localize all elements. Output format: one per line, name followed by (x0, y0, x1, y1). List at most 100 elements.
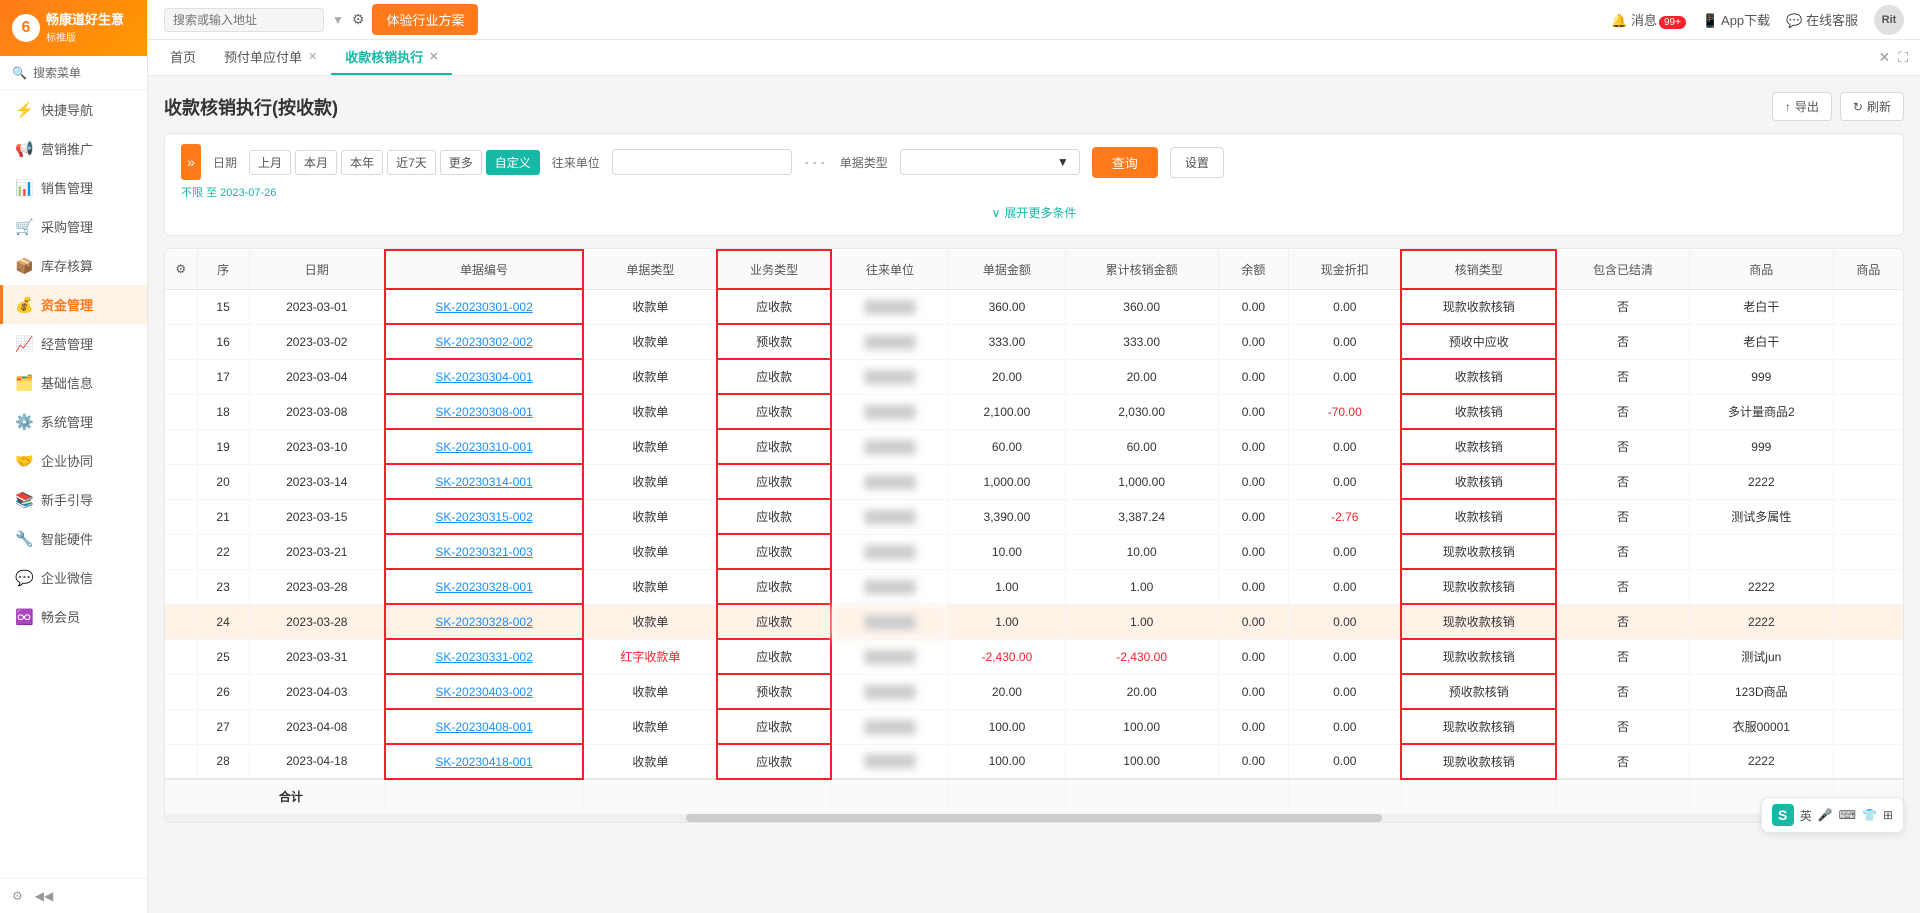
td-cell: ██████ (831, 709, 949, 744)
tab-home[interactable]: 首页 (156, 40, 210, 75)
tab-collection[interactable]: 收款核销执行 ✕ (331, 40, 452, 75)
td-cell: 否 (1556, 394, 1689, 429)
td-cell[interactable]: SK-20230301-002 (385, 289, 583, 324)
td-cell[interactable]: SK-20230314-001 (385, 464, 583, 499)
td-cell[interactable]: SK-20230308-001 (385, 394, 583, 429)
td-cell[interactable]: SK-20230310-001 (385, 429, 583, 464)
td-cell: 应收款 (717, 709, 831, 744)
td-cell (1833, 499, 1903, 534)
refresh-icon: ↻ (1853, 100, 1863, 114)
td-cell[interactable]: SK-20230302-002 (385, 324, 583, 359)
td-cell: ██████ (831, 744, 949, 779)
td-cell (1833, 394, 1903, 429)
date-btn-last-month[interactable]: 上月 (249, 150, 291, 175)
th-settings[interactable]: ⚙ (165, 250, 197, 289)
date-btn-7days[interactable]: 近7天 (387, 150, 436, 175)
float-widget-shirt-icon[interactable]: 👕 (1862, 808, 1877, 822)
query-button[interactable]: 查询 (1092, 147, 1158, 178)
address-input[interactable] (164, 8, 324, 32)
sidebar-item-guide[interactable]: 📚 新手引导 (0, 480, 147, 519)
sidebar-item-inventory[interactable]: 📦 库存核算 (0, 246, 147, 285)
tab-expand-icon[interactable]: ⛶ (1898, 49, 1908, 66)
td-cell: 1,000.00 (1065, 464, 1218, 499)
td-cell[interactable]: SK-20230328-002 (385, 604, 583, 639)
top-header: ▼ ⚙ 体验行业方案 🔔 消息99+ 📱 App下载 💬 在线客服 Rit (148, 0, 1920, 40)
dropdown-icon[interactable]: ▼ (332, 13, 344, 27)
td-cell: 20.00 (1065, 359, 1218, 394)
td-cell[interactable]: SK-20230315-002 (385, 499, 583, 534)
bill-type-select[interactable]: ▼ (900, 149, 1080, 175)
td-seq: 19 (197, 429, 249, 464)
td-cell: 收款单 (583, 709, 717, 744)
float-widget-mic-icon[interactable]: 🎤 (1818, 808, 1833, 822)
td-cell[interactable]: SK-20230331-002 (385, 639, 583, 674)
footer-cash-discount (1289, 779, 1402, 814)
td-cell: 100.00 (949, 744, 1065, 779)
date-btn-custom[interactable]: 自定义 (486, 150, 540, 175)
online-service-link[interactable]: 💬 在线客服 (1786, 10, 1858, 29)
td-cell[interactable]: SK-20230304-001 (385, 359, 583, 394)
sidebar-item-system[interactable]: ⚙️ 系统管理 (0, 402, 147, 441)
td-cell: 2222 (1689, 604, 1833, 639)
th-product: 商品 (1689, 250, 1833, 289)
td-settings (165, 709, 197, 744)
sidebar-item-marketing[interactable]: 📢 营销推广 (0, 129, 147, 168)
sidebar-item-basic-info[interactable]: 🗂️ 基础信息 (0, 363, 147, 402)
sidebar-item-collab[interactable]: 🤝 企业协同 (0, 441, 147, 480)
page-title-row: 收款核销执行(按收款) ↑ 导出 ↻ 刷新 (164, 92, 1904, 121)
partner-input[interactable] (612, 149, 792, 175)
td-cell: 2023-04-03 (249, 674, 385, 709)
td-cell[interactable]: SK-20230403-002 (385, 674, 583, 709)
app-download-link[interactable]: 📱 App下载 (1702, 10, 1770, 29)
float-widget-s-icon: S (1772, 804, 1794, 826)
td-cell: 0.00 (1218, 744, 1289, 779)
user-avatar[interactable]: Rit (1874, 5, 1904, 35)
sidebar-item-purchase[interactable]: 🛒 采购管理 (0, 207, 147, 246)
td-cell: 现款收款核销 (1401, 569, 1556, 604)
td-cell: 10.00 (1065, 534, 1218, 569)
horizontal-scrollbar[interactable] (165, 814, 1903, 822)
float-widget-keyboard-icon[interactable]: ⌨ (1839, 808, 1856, 822)
td-cell[interactable]: SK-20230418-001 (385, 744, 583, 779)
td-cell[interactable]: SK-20230328-001 (385, 569, 583, 604)
date-btn-this-month[interactable]: 本月 (295, 150, 337, 175)
td-cell (1833, 534, 1903, 569)
sidebar-item-finance[interactable]: 💰 资金管理 (0, 285, 147, 324)
sidebar-item-sales[interactable]: 📊 销售管理 (0, 168, 147, 207)
float-widget-grid-icon[interactable]: ⊞ (1883, 808, 1893, 822)
sidebar-collapse-icon[interactable]: ◀◀ (35, 889, 53, 903)
td-cell: 应收款 (717, 604, 831, 639)
expand-more-conditions[interactable]: ∨ 展开更多条件 (181, 200, 1887, 225)
date-btn-more[interactable]: 更多 (440, 150, 482, 175)
filter-collapse-button[interactable]: » (181, 144, 201, 180)
sidebar-item-hardware[interactable]: 🔧 智能硬件 (0, 519, 147, 558)
sidebar-item-quicknav[interactable]: ⚡ 快捷导航 (0, 90, 147, 129)
sidebar-item-operations[interactable]: 📈 经营管理 (0, 324, 147, 363)
tab-close-all-icon[interactable]: ✕ (1878, 49, 1890, 66)
td-cell: 2023-04-08 (249, 709, 385, 744)
tab-prepay[interactable]: 预付单应付单 ✕ (210, 40, 331, 75)
td-cell: 10.00 (949, 534, 1065, 569)
td-cell[interactable]: SK-20230408-001 (385, 709, 583, 744)
td-cell: 2,100.00 (949, 394, 1065, 429)
export-button[interactable]: ↑ 导出 (1772, 92, 1832, 121)
tab-prepay-close[interactable]: ✕ (308, 50, 317, 63)
date-btn-this-year[interactable]: 本年 (341, 150, 383, 175)
message-icon[interactable]: 🔔 消息99+ (1611, 10, 1686, 29)
td-cell: 2023-03-10 (249, 429, 385, 464)
industry-solution-button[interactable]: 体验行业方案 (372, 4, 478, 35)
setting-button[interactable]: 设置 (1170, 147, 1224, 178)
sidebar-settings-icon[interactable]: ⚙ (12, 889, 23, 903)
settings-icon[interactable]: ⚙ (352, 11, 365, 28)
td-cell[interactable]: SK-20230321-003 (385, 534, 583, 569)
search-menu-item[interactable]: 🔍 搜索菜单 (0, 56, 147, 90)
refresh-button[interactable]: ↻ 刷新 (1840, 92, 1904, 121)
td-cell: 1.00 (949, 604, 1065, 639)
filter-dots[interactable]: ··· (804, 152, 828, 173)
td-cell: ██████ (831, 604, 949, 639)
td-cell: 收款单 (583, 569, 717, 604)
sidebar-item-member[interactable]: ♾️ 畅会员 (0, 597, 147, 636)
sidebar-item-wechat[interactable]: 💬 企业微信 (0, 558, 147, 597)
scrollbar-thumb[interactable] (686, 814, 1381, 822)
tab-collection-close[interactable]: ✕ (429, 50, 438, 63)
